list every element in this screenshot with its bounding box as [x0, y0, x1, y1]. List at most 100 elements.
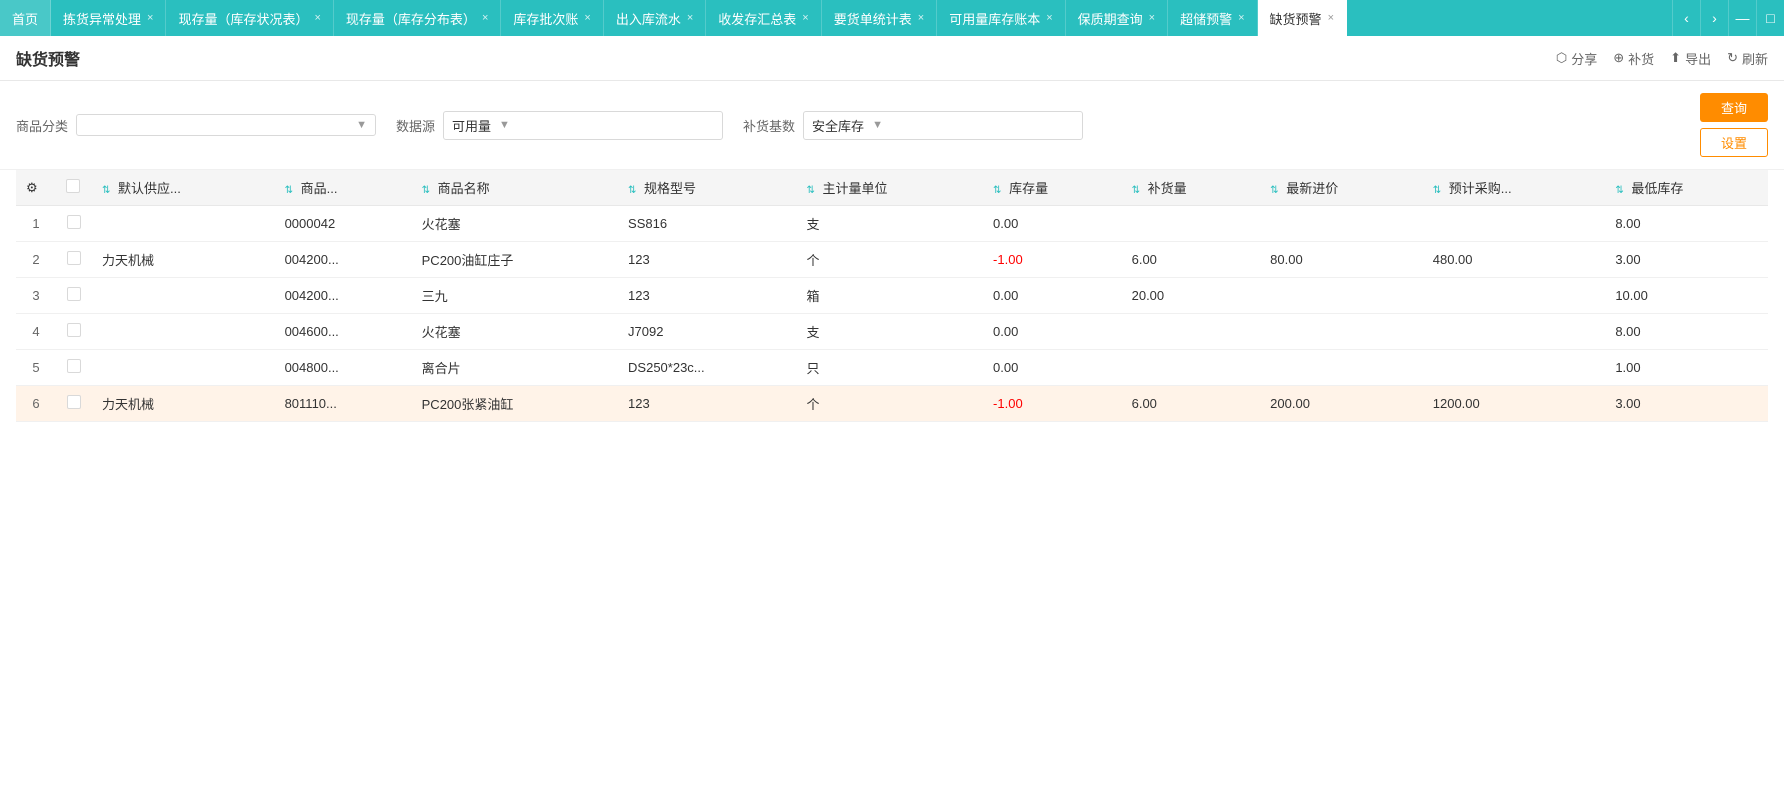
datasource-filter-group: 数据源 可用量 ▼	[396, 111, 723, 140]
row-estimated-purchase	[1423, 314, 1606, 350]
row-latest-price	[1260, 206, 1423, 242]
tab-flow[interactable]: 出入库流水 ×	[604, 0, 706, 36]
row-supplier	[92, 206, 275, 242]
row-unit: 箱	[796, 278, 983, 314]
replenish-base-filter-label: 补货基数	[743, 116, 795, 135]
col-min-stock[interactable]: ⇅ 最低库存	[1605, 170, 1768, 206]
tab-prev-button[interactable]: ‹	[1672, 0, 1700, 36]
table-container: ⚙ ⇅ 默认供应... ⇅ 商品... ⇅ 商品名称	[0, 170, 1784, 422]
row-min-stock: 3.00	[1605, 242, 1768, 278]
row-checkbox[interactable]	[67, 395, 81, 409]
header-actions: ⬡ 分享 ⊕ 补货 ⬆ 导出 ↻ 刷新	[1556, 49, 1768, 68]
filter-row: 商品分类 ▼ 数据源 可用量 ▼ 补货基数 安全库存 ▼ 查询 设置	[0, 81, 1784, 170]
sort-icon-code: ⇅	[285, 185, 293, 196]
row-checkbox[interactable]	[67, 323, 81, 337]
page-header: 缺货预警 ⬡ 分享 ⊕ 补货 ⬆ 导出 ↻ 刷新	[0, 36, 1784, 81]
col-product-code[interactable]: ⇅ 商品...	[275, 170, 412, 206]
col-spec[interactable]: ⇅ 规格型号	[618, 170, 796, 206]
settings-button[interactable]: 设置	[1700, 128, 1768, 157]
category-filter-label: 商品分类	[16, 116, 68, 135]
share-button[interactable]: ⬡ 分享	[1556, 49, 1597, 68]
col-unit[interactable]: ⇅ 主计量单位	[796, 170, 983, 206]
tab-minimize-button[interactable]: —	[1728, 0, 1756, 36]
sort-icon-price: ⇅	[1270, 185, 1278, 196]
tab-shortage-label: 缺货预警	[1270, 9, 1322, 28]
row-product-code: 0000042	[275, 206, 412, 242]
refresh-button[interactable]: ↻ 刷新	[1727, 49, 1768, 68]
tab-expiry[interactable]: 保质期查询 ×	[1066, 0, 1168, 36]
row-min-stock: 10.00	[1605, 278, 1768, 314]
tab-batch[interactable]: 库存批次账 ×	[501, 0, 603, 36]
replenish-base-select[interactable]: 安全库存 ▼	[803, 111, 1083, 140]
gear-icon[interactable]: ⚙	[26, 180, 38, 195]
row-product-name: 三九	[412, 278, 618, 314]
tab-expiry-label: 保质期查询	[1078, 9, 1143, 28]
tab-requisition-close[interactable]: ×	[918, 12, 924, 24]
tab-available[interactable]: 可用量库存账本 ×	[937, 0, 1065, 36]
row-replenish-qty	[1122, 206, 1261, 242]
tab-available-close[interactable]: ×	[1046, 12, 1052, 24]
table-row: 2 力天机械 004200... PC200油缸庄子 123 个 -1.00 6…	[16, 242, 1768, 278]
row-product-code: 801110...	[275, 386, 412, 422]
category-filter-group: 商品分类 ▼	[16, 114, 376, 136]
row-checkbox[interactable]	[67, 215, 81, 229]
col-estimated-purchase[interactable]: ⇅ 预计采购...	[1423, 170, 1606, 206]
replenish-label: 补货	[1628, 49, 1654, 68]
tab-flow-close[interactable]: ×	[687, 12, 693, 24]
sort-icon-min: ⇅	[1615, 185, 1623, 196]
tab-overstock[interactable]: 超储预警 ×	[1168, 0, 1257, 36]
row-checkbox[interactable]	[67, 287, 81, 301]
tab-stock-status-close[interactable]: ×	[314, 12, 320, 24]
tab-summary[interactable]: 收发存汇总表 ×	[706, 0, 821, 36]
col-replenish-qty-label: 补货量	[1148, 181, 1187, 196]
tab-shortage[interactable]: 缺货预警 ×	[1258, 0, 1347, 36]
tab-stock-dist-close[interactable]: ×	[482, 12, 488, 24]
tab-picking-close[interactable]: ×	[147, 12, 153, 24]
row-spec: J7092	[618, 314, 796, 350]
refresh-icon: ↻	[1727, 50, 1738, 66]
tab-summary-close[interactable]: ×	[802, 12, 808, 24]
row-product-code: 004200...	[275, 242, 412, 278]
tab-maximize-button[interactable]: □	[1756, 0, 1784, 36]
tab-expiry-close[interactable]: ×	[1149, 12, 1155, 24]
col-product-name[interactable]: ⇅ 商品名称	[412, 170, 618, 206]
export-button[interactable]: ⬆ 导出	[1670, 49, 1711, 68]
row-supplier	[92, 350, 275, 386]
tab-home[interactable]: 首页	[0, 0, 51, 36]
row-latest-price	[1260, 350, 1423, 386]
row-replenish-qty	[1122, 314, 1261, 350]
tab-stock-status[interactable]: 现存量（库存状况表） ×	[166, 0, 333, 36]
col-stock[interactable]: ⇅ 库存量	[983, 170, 1122, 206]
tab-next-button[interactable]: ›	[1700, 0, 1728, 36]
col-latest-price[interactable]: ⇅ 最新进价	[1260, 170, 1423, 206]
row-checkbox-cell	[56, 350, 92, 386]
row-product-code: 004200...	[275, 278, 412, 314]
tab-overstock-close[interactable]: ×	[1238, 12, 1244, 24]
row-product-name: 火花塞	[412, 314, 618, 350]
row-checkbox[interactable]	[67, 251, 81, 265]
row-stock: 0.00	[983, 314, 1122, 350]
query-button[interactable]: 查询	[1700, 93, 1768, 122]
row-checkbox-cell	[56, 206, 92, 242]
tab-batch-close[interactable]: ×	[584, 12, 590, 24]
tab-picking[interactable]: 拣货异常处理 ×	[51, 0, 166, 36]
row-estimated-purchase	[1423, 278, 1606, 314]
col-gear: ⚙	[16, 170, 56, 206]
row-supplier	[92, 314, 275, 350]
tab-requisition[interactable]: 要货单统计表 ×	[822, 0, 937, 36]
sort-icon-est: ⇅	[1433, 185, 1441, 196]
row-unit: 支	[796, 314, 983, 350]
row-checkbox[interactable]	[67, 359, 81, 373]
select-all-checkbox[interactable]	[66, 179, 80, 193]
tab-stock-dist[interactable]: 现存量（库存分布表） ×	[334, 0, 501, 36]
datasource-select[interactable]: 可用量 ▼	[443, 111, 723, 140]
category-select[interactable]: ▼	[76, 114, 376, 136]
col-replenish-qty[interactable]: ⇅ 补货量	[1122, 170, 1261, 206]
col-default-supplier[interactable]: ⇅ 默认供应...	[92, 170, 275, 206]
row-min-stock: 1.00	[1605, 350, 1768, 386]
row-supplier: 力天机械	[92, 242, 275, 278]
row-checkbox-cell	[56, 278, 92, 314]
replenish-button[interactable]: ⊕ 补货	[1613, 49, 1654, 68]
tab-shortage-close[interactable]: ×	[1328, 12, 1334, 24]
table-header-row: ⚙ ⇅ 默认供应... ⇅ 商品... ⇅ 商品名称	[16, 170, 1768, 206]
